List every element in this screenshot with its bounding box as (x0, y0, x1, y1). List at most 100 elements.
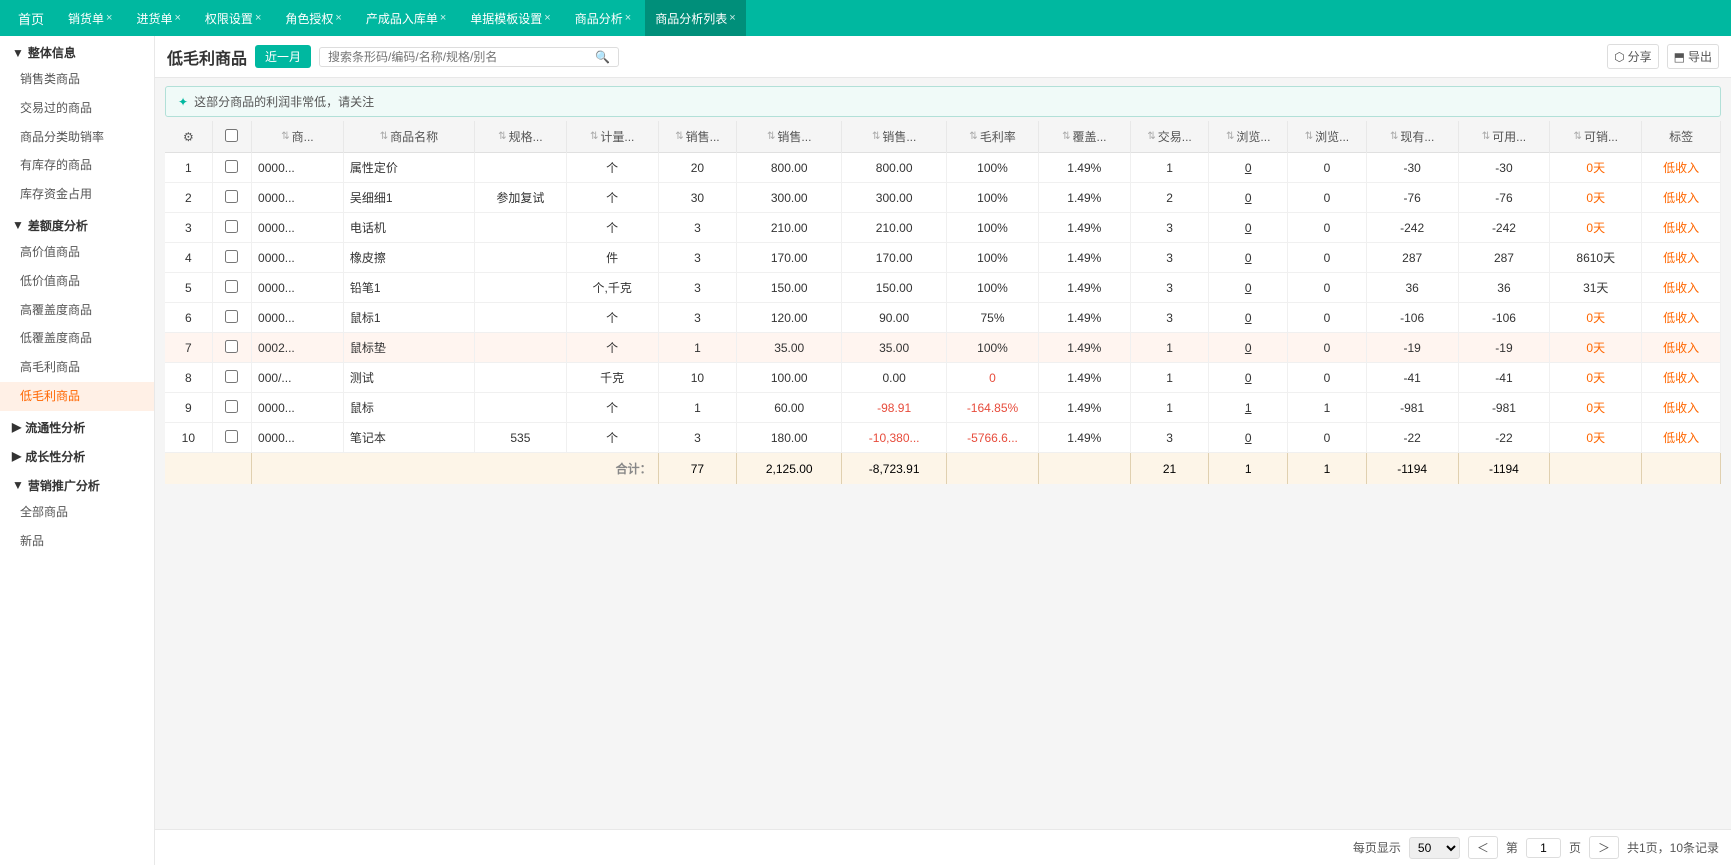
col-name[interactable]: ⇅商品名称 (343, 121, 474, 153)
col-views2[interactable]: ⇅浏览... (1288, 121, 1367, 153)
row-checkbox[interactable] (225, 370, 238, 383)
row-views1[interactable]: 0 (1209, 273, 1288, 303)
sidebar-item-inventory-capital[interactable]: 库存资金占用 (0, 180, 154, 209)
col-checkbox[interactable] (212, 121, 251, 153)
row-checkbox[interactable] (225, 160, 238, 173)
col-sales-amount[interactable]: ⇅销售... (737, 121, 842, 153)
row-checkbox-cell[interactable] (212, 183, 251, 213)
sidebar-group-margin-analysis[interactable]: ▼ 差额度分析 (0, 209, 154, 238)
col-sales-profit[interactable]: ⇅销售... (842, 121, 947, 153)
nav-home[interactable]: 首页 (8, 0, 54, 36)
nav-permissions[interactable]: 权限设置 × (195, 0, 271, 36)
row-sellable-days: 31天 (1550, 273, 1642, 303)
row-views1[interactable]: 0 (1209, 363, 1288, 393)
sidebar-item-all-products[interactable]: 全部商品 (0, 498, 154, 527)
col-spec[interactable]: ⇅规格... (474, 121, 566, 153)
col-current-stock[interactable]: ⇅现有... (1366, 121, 1458, 153)
row-views1[interactable]: 0 (1209, 243, 1288, 273)
col-coverage[interactable]: ⇅覆盖... (1038, 121, 1130, 153)
chevron-down-icon3: ▼ (12, 478, 24, 492)
row-spec (474, 153, 566, 183)
col-settings[interactable]: ⚙ (165, 121, 212, 153)
row-checkbox-cell[interactable] (212, 393, 251, 423)
nav-product-analysis-list-close[interactable]: × (729, 12, 735, 24)
export-button[interactable]: ⬒ 导出 (1667, 44, 1719, 69)
sidebar-item-high-margin[interactable]: 高毛利商品 (0, 353, 154, 382)
nav-sales[interactable]: 销货单 × (58, 0, 122, 36)
nav-sales-close[interactable]: × (106, 12, 112, 24)
nav-product-analysis-close[interactable]: × (625, 12, 631, 24)
row-checkbox[interactable] (225, 400, 238, 413)
col-tag[interactable]: 标签 (1642, 121, 1721, 153)
nav-purchase[interactable]: 进货单 × (126, 0, 190, 36)
row-checkbox-cell[interactable] (212, 303, 251, 333)
row-views1[interactable]: 1 (1209, 393, 1288, 423)
nav-product-analysis-list[interactable]: 商品分析列表 × (645, 0, 745, 36)
nav-template[interactable]: 单据模板设置 × (460, 0, 560, 36)
per-page-select[interactable]: 50 100 200 (1409, 837, 1460, 859)
col-views1[interactable]: ⇅浏览... (1209, 121, 1288, 153)
col-available-stock[interactable]: ⇅可用... (1458, 121, 1550, 153)
col-code[interactable]: ⇅商... (252, 121, 344, 153)
row-checkbox[interactable] (225, 280, 238, 293)
col-unit[interactable]: ⇅计量... (566, 121, 658, 153)
row-views1[interactable]: 0 (1209, 303, 1288, 333)
nav-products-close[interactable]: × (440, 12, 446, 24)
row-checkbox[interactable] (225, 340, 238, 353)
select-all-checkbox[interactable] (225, 129, 238, 142)
row-views1[interactable]: 0 (1209, 213, 1288, 243)
row-code: 0000... (252, 213, 344, 243)
row-views2: 0 (1288, 303, 1367, 333)
nav-product-analysis[interactable]: 商品分析 × (565, 0, 641, 36)
row-gross-margin: 100% (947, 273, 1039, 303)
nav-products[interactable]: 产成品入库单 × (356, 0, 456, 36)
share-button[interactable]: ⬡ 分享 (1607, 44, 1659, 69)
row-checkbox[interactable] (225, 220, 238, 233)
sidebar-item-low-value[interactable]: 低价值商品 (0, 267, 154, 296)
row-gross-margin: -164.85% (947, 393, 1039, 423)
sidebar-group-marketing[interactable]: ▼ 营销推广分析 (0, 469, 154, 498)
row-checkbox-cell[interactable] (212, 363, 251, 393)
col-gross-margin[interactable]: ⇅毛利率 (947, 121, 1039, 153)
nav-template-close[interactable]: × (544, 12, 550, 24)
nav-purchase-close[interactable]: × (174, 12, 180, 24)
nav-roles-close[interactable]: × (335, 12, 341, 24)
row-checkbox-cell[interactable] (212, 423, 251, 453)
row-checkbox-cell[interactable] (212, 243, 251, 273)
prev-page-button[interactable]: ＜ (1468, 836, 1498, 859)
search-input[interactable] (328, 50, 595, 64)
row-checkbox-cell[interactable] (212, 213, 251, 243)
row-views1[interactable]: 0 (1209, 333, 1288, 363)
sidebar-item-high-value[interactable]: 高价值商品 (0, 238, 154, 267)
row-checkbox[interactable] (225, 310, 238, 323)
sidebar-item-traded-products[interactable]: 交易过的商品 (0, 94, 154, 123)
sidebar-item-category-sales-rate[interactable]: 商品分类助销率 (0, 123, 154, 152)
row-checkbox-cell[interactable] (212, 333, 251, 363)
sidebar-group-growth[interactable]: ▶ 成长性分析 (0, 440, 154, 469)
sidebar-item-new-products[interactable]: 新品 (0, 527, 154, 556)
col-sellable-days[interactable]: ⇅可销... (1550, 121, 1642, 153)
search-icon[interactable]: 🔍 (595, 50, 610, 64)
sidebar-item-sales-products[interactable]: 销售类商品 (0, 65, 154, 94)
col-sales-count[interactable]: ⇅销售... (658, 121, 737, 153)
row-checkbox[interactable] (225, 250, 238, 263)
row-checkbox-cell[interactable] (212, 153, 251, 183)
row-checkbox-cell[interactable] (212, 273, 251, 303)
row-checkbox[interactable] (225, 190, 238, 203)
sidebar-group-circulation[interactable]: ▶ 流通性分析 (0, 411, 154, 440)
sidebar-group-overall[interactable]: ▼ 整体信息 (0, 36, 154, 65)
next-page-button[interactable]: ＞ (1589, 836, 1619, 859)
row-views1[interactable]: 0 (1209, 423, 1288, 453)
row-views1[interactable]: 0 (1209, 153, 1288, 183)
col-transactions[interactable]: ⇅交易... (1130, 121, 1209, 153)
sidebar-item-in-stock-products[interactable]: 有库存的商品 (0, 151, 154, 180)
sidebar-item-high-coverage[interactable]: 高覆盖度商品 (0, 296, 154, 325)
nav-permissions-close[interactable]: × (255, 12, 261, 24)
nav-roles[interactable]: 角色授权 × (275, 0, 351, 36)
sidebar-item-low-coverage[interactable]: 低覆盖度商品 (0, 324, 154, 353)
row-views1[interactable]: 0 (1209, 183, 1288, 213)
row-checkbox[interactable] (225, 430, 238, 443)
time-filter-button[interactable]: 近一月 (255, 45, 311, 68)
sidebar-item-low-margin[interactable]: 低毛利商品 (0, 382, 154, 411)
page-number-input[interactable] (1526, 838, 1561, 858)
